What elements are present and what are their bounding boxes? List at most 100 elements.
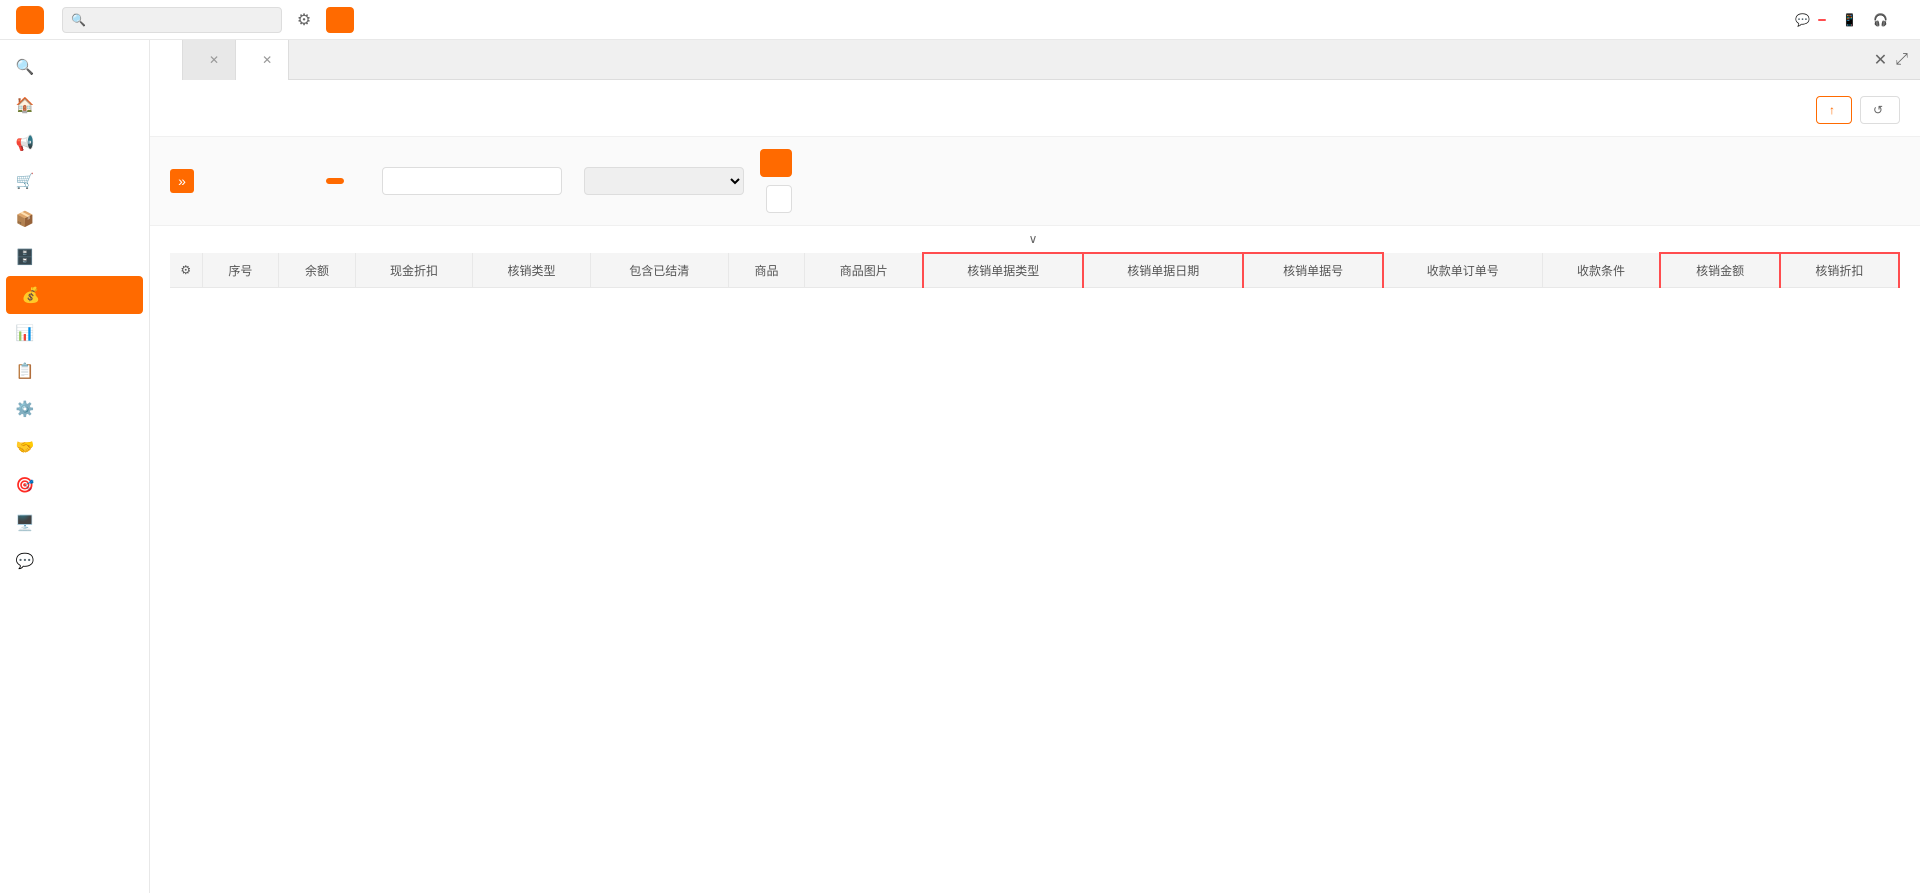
data-table: ⚙ 序号 余额 现金折扣 核销类型 包含已结清 商品 商品图片 核销单据类型 核… [170,252,1900,288]
tab-home[interactable] [150,40,183,80]
basic-icon: 📋 [16,362,34,380]
top-bar-right: 💬 📱 🎧 [1795,13,1904,27]
unit-input[interactable] [382,167,562,195]
sidebar-item-operation[interactable]: 📊 [0,314,149,352]
sidebar-item-system[interactable]: ⚙️ [0,390,149,428]
top-bar: 🔍 ⚙ 💬 📱 🎧 [0,0,1920,40]
date-btn-more[interactable] [304,178,322,184]
sidebar-item-sales[interactable]: 🛒 [0,162,149,200]
page-header: ↑ ↺ [150,80,1920,137]
th-no: 序号 [202,253,279,288]
setting-button[interactable] [766,185,792,213]
online-service-link[interactable]: 🎧 [1873,13,1888,27]
purchase-icon: 📦 [16,210,34,228]
export-icon: ↑ [1829,103,1835,117]
filter-unit [376,167,562,195]
date-btn-custom[interactable] [326,178,344,184]
app-download-link[interactable]: 📱 [1842,13,1857,27]
expand-more-btn[interactable]: ∨ [1029,232,1042,246]
tab-receipt-verify[interactable]: ✕ [236,40,289,80]
marketing-icon: 📢 [16,134,34,152]
collapse-icon: » [178,173,186,189]
main-content: ✕ ✕ ✕ ⤢ ↑ ↺ [150,40,1920,893]
page-content: ↑ ↺ » [150,80,1920,893]
date-btn-this-month[interactable] [238,178,256,184]
sidebar-item-finance[interactable]: 💰 [6,276,143,314]
guide-icon: 🎯 [16,476,34,494]
sidebar-item-marketing[interactable]: 📢 [0,124,149,162]
type-select[interactable] [584,167,744,195]
search-input[interactable] [90,13,273,27]
hardware-icon: 🖥️ [16,514,34,532]
member-icon [16,590,34,608]
tab-advance-payment-close[interactable]: ✕ [209,53,219,67]
th-product-img: 商品图片 [805,253,923,288]
refresh-button[interactable]: ↺ [1860,96,1900,124]
tab-advance-payment[interactable]: ✕ [183,40,236,80]
app-logo [16,6,50,34]
page-header-actions: ↑ ↺ [1816,96,1900,124]
th-balance: 余额 [279,253,356,288]
query-button[interactable] [760,149,792,177]
tab-bar: ✕ ✕ ✕ ⤢ [150,40,1920,80]
th-settings: ⚙ [170,253,202,288]
th-receipt-order-no: 收款单订单号 [1383,253,1542,288]
th-verify-bill-type: 核销单据类型 [923,253,1083,288]
sidebar-item-purchase[interactable]: 📦 [0,200,149,238]
sidebar-item-inventory[interactable]: 🗄️ [0,238,149,276]
search-menu-icon: 🔍 [16,58,34,76]
operation-icon: 📊 [16,324,34,342]
expand-icon: ∨ [1029,232,1038,246]
th-verify-discount: 核销折扣 [1780,253,1899,288]
sidebar-item-hardware[interactable]: 🖥️ [0,504,149,542]
table-container[interactable]: ⚙ 序号 余额 现金折扣 核销类型 包含已结清 商品 商品图片 核销单据类型 核… [150,252,1920,893]
th-verify-bill-date: 核销单据日期 [1083,253,1243,288]
sidebar: 🔍 🏠 📢 🛒 📦 🗄️ 💰 📊 [0,40,150,893]
wechat-icon: 💬 [16,552,34,570]
expand-more-row: ∨ [150,232,1920,246]
top-search-box[interactable]: 🔍 [62,7,282,33]
date-btn-7days[interactable] [282,178,300,184]
refresh-icon: ↺ [1873,103,1883,117]
home-icon: 🏠 [16,96,34,114]
sidebar-item-search[interactable]: 🔍 [0,48,149,86]
tab-bar-actions: ✕ ⤢ [1874,50,1920,70]
finance-icon: 💰 [22,286,40,304]
main-layout: 🔍 🏠 📢 🛒 📦 🗄️ 💰 📊 [0,40,1920,893]
tab-close-all-icon[interactable]: ✕ [1874,50,1887,70]
date-btn-this-year[interactable] [260,178,278,184]
filter-date [210,178,344,184]
export-button[interactable]: ↑ [1816,96,1852,124]
industry-solution-button[interactable] [326,7,354,33]
th-verify-amount: 核销金额 [1660,253,1779,288]
inventory-icon: 🗄️ [16,248,34,266]
th-cash-discount: 现金折扣 [355,253,473,288]
th-product: 商品 [728,253,805,288]
sidebar-item-member[interactable] [0,580,149,618]
filter-row: » [170,149,1900,213]
search-icon: 🔍 [71,13,86,27]
th-receipt-condition: 收款条件 [1542,253,1660,288]
logo-icon [16,6,44,34]
tab-receipt-verify-close[interactable]: ✕ [262,53,272,67]
sidebar-item-basic[interactable]: 📋 [0,352,149,390]
sidebar-item-guide[interactable]: 🎯 [0,466,149,504]
collab-icon: 🤝 [16,438,34,456]
message-count [1818,19,1826,21]
date-btn-last-month[interactable] [216,178,234,184]
app-download-icon: 📱 [1842,13,1857,27]
tab-expand-icon[interactable]: ⤢ [1895,51,1908,69]
date-btn-group [216,178,344,184]
sidebar-item-collab[interactable]: 🤝 [0,428,149,466]
system-icon: ⚙️ [16,400,34,418]
sidebar-item-quick-nav[interactable]: 🏠 [0,86,149,124]
filter-bar: » [150,137,1920,226]
filter-actions [760,149,792,213]
filter-type [578,167,744,195]
message-badge[interactable]: 💬 [1795,13,1826,27]
settings-gear-icon[interactable]: ⚙ [294,10,314,30]
sidebar-item-wechat[interactable]: 💬 [0,542,149,580]
filter-collapse-btn[interactable]: » [170,169,194,193]
th-contains-cleared: 包含已结清 [590,253,728,288]
th-verify-type: 核销类型 [473,253,591,288]
